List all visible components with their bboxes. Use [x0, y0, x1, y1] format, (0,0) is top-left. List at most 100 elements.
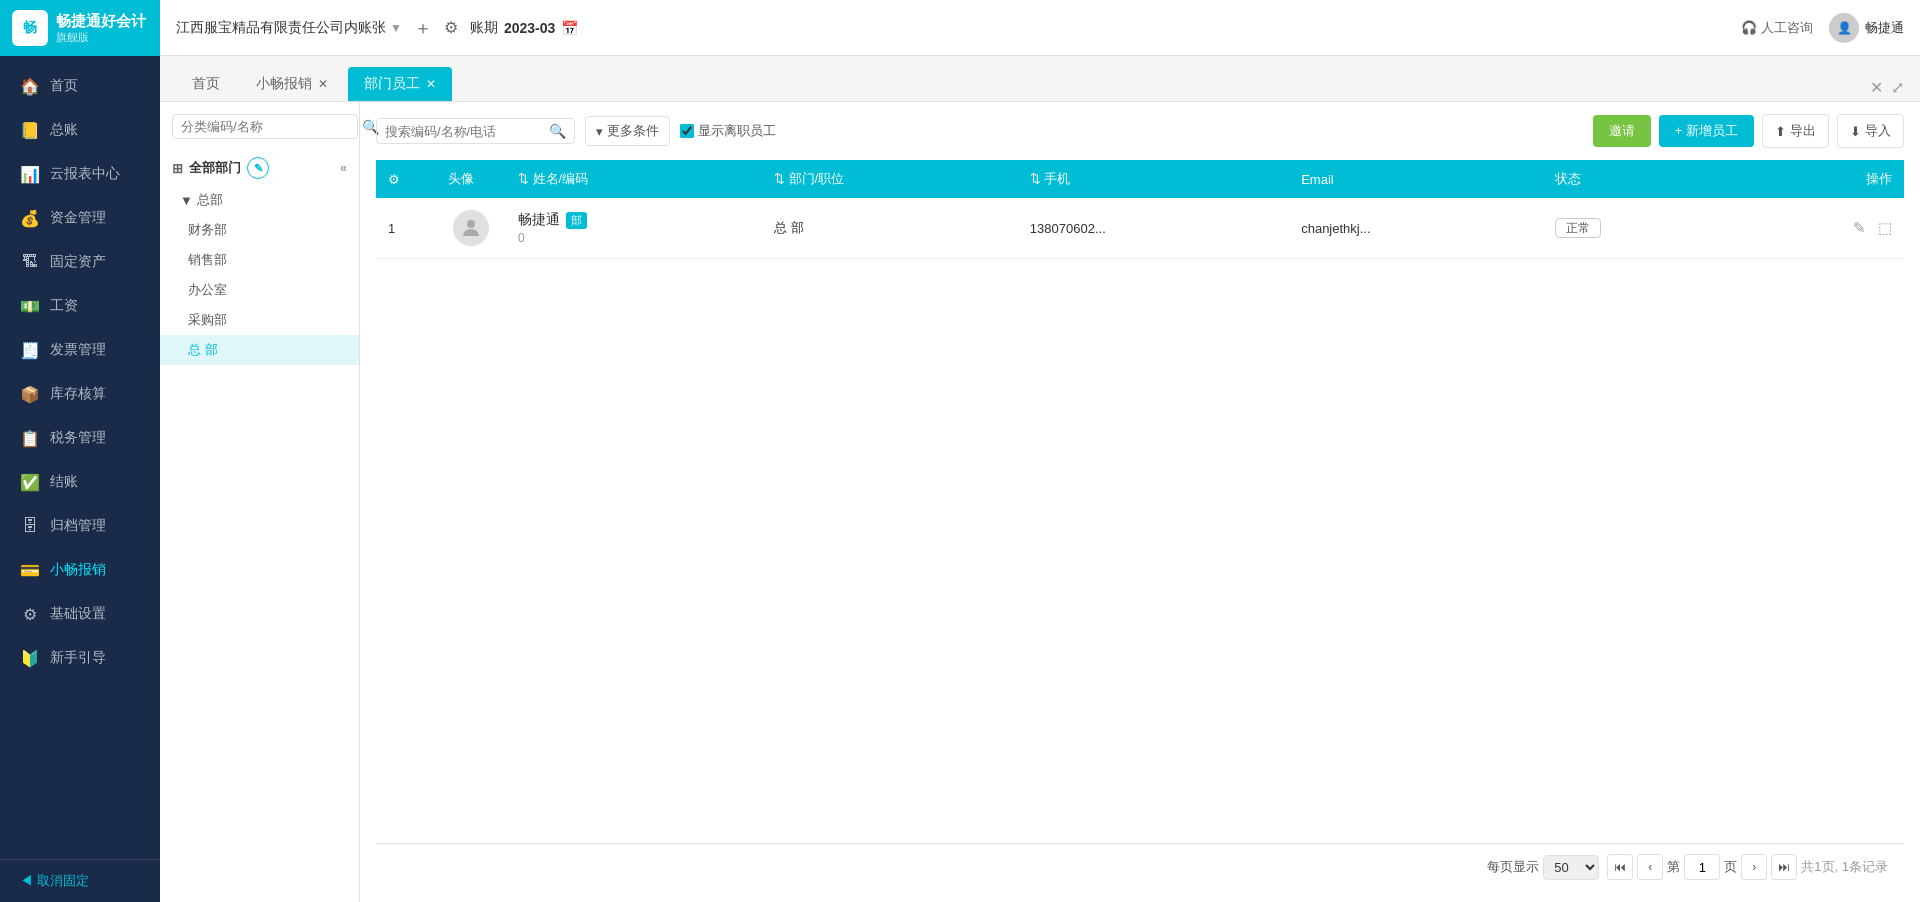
- employee-avatar: [453, 210, 489, 246]
- page-size-selector: 每页显示 10 20 50 100: [1487, 855, 1599, 880]
- employee-table: ⚙ 头像 ⇅ 姓名/编码 ⇅ 部门/职位 ⇅ 手机 Email 状态 操作 1: [376, 160, 1904, 259]
- topbar: 江西服宝精品有限责任公司内账张 ▼ ＋ ⚙ 账期 2023-03 📅 🎧 人工咨…: [160, 0, 1920, 56]
- invite-button[interactable]: 邀请: [1593, 115, 1651, 147]
- col-name[interactable]: ⇅ 姓名/编码: [506, 160, 762, 198]
- dept-item-office[interactable]: 办公室: [160, 275, 359, 305]
- sidebar-item-label: 发票管理: [50, 341, 106, 359]
- company-selector[interactable]: 江西服宝精品有限责任公司内账张 ▼: [176, 19, 402, 37]
- last-page-button[interactable]: ⏭: [1771, 854, 1797, 880]
- tab-expense-close[interactable]: ✕: [318, 77, 328, 91]
- dept-edit-button[interactable]: ✎: [247, 157, 269, 179]
- show-resigned-checkbox[interactable]: [680, 124, 694, 138]
- close-all-button[interactable]: ✕: [1870, 78, 1883, 97]
- filter-button[interactable]: ▾ 更多条件: [585, 116, 670, 146]
- user-name: 畅捷通: [1865, 19, 1904, 37]
- settings-gear-icon[interactable]: ⚙: [444, 18, 458, 37]
- dept-item-sales[interactable]: 销售部: [160, 245, 359, 275]
- sidebar-item-assets[interactable]: 🏗 固定资产: [0, 240, 160, 284]
- sidebar-item-funds[interactable]: 💰 资金管理: [0, 196, 160, 240]
- sidebar-item-reports[interactable]: 📊 云报表中心: [0, 152, 160, 196]
- dept-item-label: 销售部: [188, 252, 227, 267]
- page-prefix: 第: [1667, 858, 1680, 876]
- tab-home[interactable]: 首页: [176, 67, 236, 101]
- tab-expense-label: 小畅报销: [256, 75, 312, 93]
- col-phone[interactable]: ⇅ 手机: [1018, 160, 1289, 198]
- sidebar-item-expense[interactable]: 💳 小畅报销: [0, 548, 160, 592]
- dept-item-purchase[interactable]: 采购部: [160, 305, 359, 335]
- add-employee-button[interactable]: + 新增员工: [1659, 115, 1754, 147]
- employee-search-input[interactable]: [385, 124, 545, 139]
- dept-item-finance[interactable]: 财务部: [160, 215, 359, 245]
- add-company-button[interactable]: ＋: [414, 16, 432, 40]
- sidebar-unpin-button[interactable]: ◀ 取消固定: [0, 859, 160, 902]
- col-settings[interactable]: ⚙: [376, 160, 436, 198]
- tab-actions: ✕ ⤢: [1870, 78, 1904, 101]
- tab-expense[interactable]: 小畅报销 ✕: [240, 67, 344, 101]
- sidebar-item-invoice[interactable]: 🧾 发票管理: [0, 328, 160, 372]
- sidebar-item-inventory[interactable]: 📦 库存核算: [0, 372, 160, 416]
- first-page-button[interactable]: ⏮: [1607, 854, 1633, 880]
- sidebar: 畅 畅捷通好会计 旗舰版 🏠 首页 📒 总账 📊 云报表中心 💰 资金管理 🏗 …: [0, 0, 160, 902]
- logo-text-block: 畅捷通好会计 旗舰版: [56, 12, 146, 45]
- calendar-icon[interactable]: 📅: [561, 20, 578, 36]
- page-suffix: 页: [1724, 858, 1737, 876]
- expand-button[interactable]: ⤢: [1891, 78, 1904, 97]
- user-menu[interactable]: 👤 畅捷通: [1829, 13, 1904, 43]
- sidebar-item-guide[interactable]: 🔰 新手引导: [0, 636, 160, 680]
- headset-icon: 🎧: [1741, 20, 1757, 35]
- period-label: 账期: [470, 19, 498, 37]
- next-page-button[interactable]: ›: [1741, 854, 1767, 880]
- col-avatar: 头像: [436, 160, 506, 198]
- unpin-label: ◀ 取消固定: [20, 872, 89, 890]
- dept-item-general[interactable]: 总 部: [160, 335, 359, 365]
- dept-search-input[interactable]: [172, 114, 358, 139]
- page-number-input[interactable]: [1684, 854, 1720, 880]
- tab-department-close[interactable]: ✕: [426, 77, 436, 91]
- per-page-label: 每页显示: [1487, 858, 1539, 876]
- sidebar-item-tax[interactable]: 📋 税务管理: [0, 416, 160, 460]
- import-button[interactable]: ⬇ 导入: [1837, 114, 1904, 148]
- col-dept[interactable]: ⇅ 部门/职位: [762, 160, 1018, 198]
- sidebar-item-label: 归档管理: [50, 517, 106, 535]
- sidebar-item-label: 小畅报销: [50, 561, 106, 579]
- page-total: 共1页, 1条记录: [1801, 858, 1888, 876]
- checkout-icon: ✅: [20, 472, 40, 492]
- col-email: Email: [1289, 160, 1543, 198]
- dept-parent-item[interactable]: ▼ 总部: [160, 185, 359, 215]
- salary-icon: 💵: [20, 296, 40, 316]
- sidebar-item-archive[interactable]: 🗄 归档管理: [0, 504, 160, 548]
- sidebar-item-salary[interactable]: 💵 工资: [0, 284, 160, 328]
- employee-search-box: 🔍: [376, 118, 575, 144]
- guide-icon: 🔰: [20, 648, 40, 668]
- employee-search-icon[interactable]: 🔍: [549, 123, 566, 139]
- sidebar-item-settings[interactable]: ⚙ 基础设置: [0, 592, 160, 636]
- sidebar-item-checkout[interactable]: ✅ 结账: [0, 460, 160, 504]
- sidebar-item-home[interactable]: 🏠 首页: [0, 64, 160, 108]
- tabs-bar: 首页 小畅报销 ✕ 部门员工 ✕ ✕ ⤢: [160, 56, 1920, 102]
- per-page-select[interactable]: 10 20 50 100: [1543, 855, 1599, 880]
- settings-icon: ⚙: [20, 604, 40, 624]
- dept-collapse-icon[interactable]: «: [340, 161, 347, 175]
- export-button[interactable]: ⬆ 导出: [1762, 114, 1829, 148]
- employee-list: 🔍 ▾ 更多条件 显示离职员工 邀请 + 新增员工 ⬆ 导出: [360, 102, 1920, 902]
- show-resigned-checkbox-label[interactable]: 显示离职员工: [680, 122, 776, 140]
- tab-department[interactable]: 部门员工 ✕: [348, 67, 452, 101]
- assets-icon: 🏗: [20, 252, 40, 272]
- sidebar-item-ledger[interactable]: 📒 总账: [0, 108, 160, 152]
- export-icon: ⬆: [1775, 124, 1786, 139]
- edit-employee-button[interactable]: ✎: [1853, 219, 1866, 237]
- employee-code: 0: [518, 231, 750, 245]
- tab-department-label: 部门员工: [364, 75, 420, 93]
- prev-page-button[interactable]: ‹: [1637, 854, 1663, 880]
- reports-icon: 📊: [20, 164, 40, 184]
- service-button[interactable]: 🎧 人工咨询: [1741, 19, 1813, 37]
- employee-name: 畅捷通: [518, 211, 560, 229]
- sidebar-item-label: 固定资产: [50, 253, 106, 271]
- avatar: 👤: [1829, 13, 1859, 43]
- company-name: 江西服宝精品有限责任公司内账张: [176, 19, 386, 37]
- employee-dept-badge: 部: [566, 212, 587, 229]
- dept-root-label[interactable]: 全部部门: [189, 159, 241, 177]
- logout-employee-button[interactable]: ⬚: [1878, 219, 1892, 237]
- archive-icon: 🗄: [20, 516, 40, 536]
- dept-item-label: 财务部: [188, 222, 227, 237]
